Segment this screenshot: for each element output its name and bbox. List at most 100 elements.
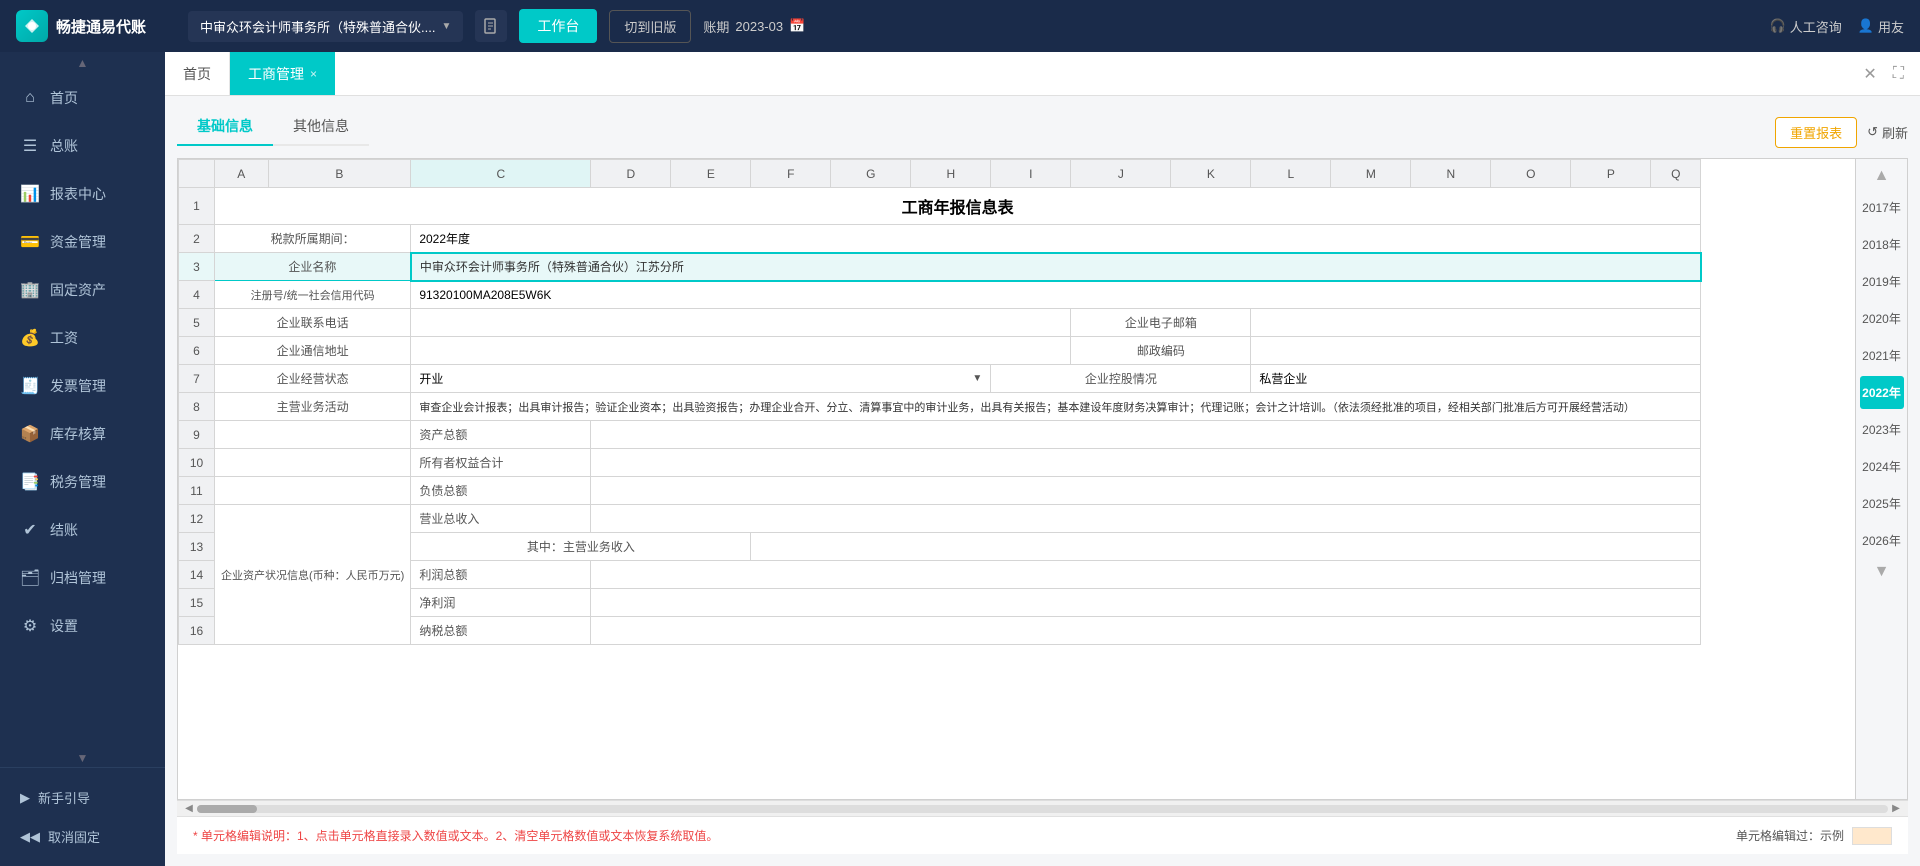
cell-7-right-value[interactable]: 私营企业 — [1251, 365, 1701, 393]
sidebar-item-assets[interactable]: 🏢 固定资产 — [0, 266, 165, 314]
logo-icon — [16, 10, 48, 42]
year-item-2024[interactable]: 2024年 — [1860, 450, 1904, 483]
year-item-2020[interactable]: 2020年 — [1860, 302, 1904, 335]
year-item-2021[interactable]: 2021年 — [1860, 339, 1904, 372]
sidebar-item-home[interactable]: ⌂ 首页 — [0, 74, 165, 122]
bottom-bar: * 单元格编辑说明：1、点击单元格直接录入数值或文本。2、清空单元格数值或文本恢… — [177, 816, 1908, 854]
year-item-2017[interactable]: 2017年 — [1860, 191, 1904, 224]
cell-16-value[interactable] — [591, 617, 1701, 645]
window-expand-icon[interactable]: ⛶ — [1889, 61, 1908, 87]
cell-5-value[interactable] — [411, 309, 1071, 337]
sidebar-item-label-tax: 税务管理 — [50, 472, 106, 492]
scroll-track[interactable] — [197, 805, 1888, 813]
table-row-11: 11 负债总额 — [179, 477, 1701, 505]
sub-tab-other[interactable]: 其他信息 — [273, 108, 369, 146]
row-num-10: 10 — [179, 449, 215, 477]
year-item-2026[interactable]: 2026年 — [1860, 524, 1904, 557]
cell-2-value[interactable]: 2022年度 — [411, 225, 1701, 253]
sidebar-scroll-up[interactable]: ▲ — [0, 52, 165, 74]
cell-11-label: 负债总额 — [411, 477, 591, 505]
sidebar-item-label-home: 首页 — [50, 88, 78, 108]
reset-button[interactable]: 重置报表 — [1775, 117, 1857, 148]
cell-10-spacer — [215, 449, 411, 477]
cell-11-value[interactable] — [591, 477, 1701, 505]
sidebar-item-archive[interactable]: 🗂 归档管理 — [0, 554, 165, 602]
sub-tab-basic[interactable]: 基础信息 — [177, 108, 273, 146]
sidebar-item-ledger[interactable]: ☰ 总账 — [0, 122, 165, 170]
year-nav-up[interactable]: ▲ — [1856, 163, 1907, 189]
year-item-2019[interactable]: 2019年 — [1860, 265, 1904, 298]
cell-8-label: 主营业务活动 — [215, 393, 411, 421]
sidebar-unpin-button[interactable]: ◀◀ 取消固定 — [0, 817, 165, 856]
sidebar-scroll-down[interactable]: ▼ — [0, 749, 165, 767]
sidebar-item-tax[interactable]: 📑 税务管理 — [0, 458, 165, 506]
logo-area: 畅捷通易代账 — [16, 10, 176, 42]
cell-6-label: 企业通信地址 — [215, 337, 411, 365]
year-item-2025[interactable]: 2025年 — [1860, 487, 1904, 520]
cell-edit-hint: * 单元格编辑说明：1、点击单元格直接录入数值或文本。2、清空单元格数值或文本恢… — [193, 827, 718, 844]
refresh-button[interactable]: ↺ 刷新 — [1867, 123, 1908, 142]
dropdown-icon[interactable]: ▼ — [972, 373, 982, 384]
sidebar-item-checkout[interactable]: ✔ 结账 — [0, 506, 165, 554]
sidebar-item-inventory[interactable]: 📦 库存核算 — [0, 410, 165, 458]
col-header-k: K — [1171, 160, 1251, 188]
cell-6-right-value[interactable] — [1251, 337, 1701, 365]
row-num-13: 13 — [179, 533, 215, 561]
tax-icon: 📑 — [20, 472, 40, 492]
row-num-11: 11 — [179, 477, 215, 505]
cell-6-value[interactable] — [411, 337, 1071, 365]
cell-5-label: 企业联系电话 — [215, 309, 411, 337]
cell-15-value[interactable] — [591, 589, 1701, 617]
cell-7-right-label: 企业控股情况 — [991, 365, 1251, 393]
row-num-5: 5 — [179, 309, 215, 337]
horizontal-scrollbar[interactable]: ◀ ▶ — [177, 800, 1908, 816]
cell-9-value[interactable] — [591, 421, 1701, 449]
cell-10-value[interactable] — [591, 449, 1701, 477]
title-cell[interactable]: 工商年报信息表 — [215, 188, 1701, 225]
cell-8-value[interactable]: 审查企业会计报表；出具审计报告；验证企业资本；出具验资报告；办理企业合开、分立、… — [411, 393, 1701, 421]
tab-business-admin[interactable]: 工商管理 × — [230, 52, 335, 95]
col-header-d: D — [591, 160, 671, 188]
company-selector[interactable]: 中审众环会计师事务所（特殊普通合伙.... ▼ — [188, 11, 463, 42]
table-row-5: 5 企业联系电话 企业电子邮箱 — [179, 309, 1701, 337]
cell-7-value[interactable]: 开业 ▼ — [411, 365, 991, 393]
calendar-icon[interactable]: 📅 — [789, 18, 805, 34]
unpin-icon: ◀◀ — [20, 829, 40, 845]
headset-icon: 🎧 — [1770, 18, 1786, 34]
scroll-thumb[interactable] — [197, 805, 257, 813]
sidebar-item-finance[interactable]: 💳 资金管理 — [0, 218, 165, 266]
sidebar-item-invoice[interactable]: 🧾 发票管理 — [0, 362, 165, 410]
old-version-button[interactable]: 切到旧版 — [609, 10, 691, 43]
scroll-right-arrow[interactable]: ▶ — [1888, 803, 1904, 814]
year-nav-down[interactable]: ▼ — [1856, 559, 1907, 585]
cell-13-value[interactable] — [751, 533, 1701, 561]
window-close-icon[interactable]: ✕ — [1859, 60, 1880, 88]
year-item-2023[interactable]: 2023年 — [1860, 413, 1904, 446]
scroll-left-arrow[interactable]: ◀ — [181, 803, 197, 814]
tab-close-icon[interactable]: × — [310, 67, 317, 81]
tab-bar: 首页 工商管理 × ✕ ⛶ — [165, 52, 1920, 96]
sidebar-item-reports[interactable]: 📊 报表中心 — [0, 170, 165, 218]
cell-3-value[interactable]: 中审众环会计师事务所（特殊普通合伙）江苏分所 — [411, 253, 1701, 281]
sidebar-item-salary[interactable]: 💰 工资 — [0, 314, 165, 362]
period-value: 2023-03 — [735, 19, 783, 34]
user-button[interactable]: 👤 用友 — [1858, 17, 1904, 36]
year-item-2018[interactable]: 2018年 — [1860, 228, 1904, 261]
sample-cell — [1852, 827, 1892, 845]
cell-14-value[interactable] — [591, 561, 1701, 589]
col-header-l: L — [1251, 160, 1331, 188]
cell-16-label: 纳税总额 — [411, 617, 591, 645]
sidebar-item-label-settings: 设置 — [50, 616, 78, 636]
cell-12-value[interactable] — [591, 505, 1701, 533]
sidebar-item-label-checkout: 结账 — [50, 520, 78, 540]
sidebar-item-settings[interactable]: ⚙ 设置 — [0, 602, 165, 650]
service-button[interactable]: 🎧 人工咨询 — [1770, 17, 1842, 36]
tab-home[interactable]: 首页 — [165, 52, 230, 95]
year-item-2022[interactable]: 2022年 — [1860, 376, 1904, 409]
cell-4-value[interactable]: 91320100MA208E5W6K — [411, 281, 1701, 309]
cell-5-right-value[interactable] — [1251, 309, 1701, 337]
workbench-button[interactable]: 工作台 — [519, 9, 597, 43]
sidebar-guide-button[interactable]: ▶ 新手引导 — [0, 778, 165, 817]
document-icon[interactable] — [475, 10, 507, 42]
spreadsheet-main[interactable]: A B C D E F G H I J — [178, 159, 1855, 799]
